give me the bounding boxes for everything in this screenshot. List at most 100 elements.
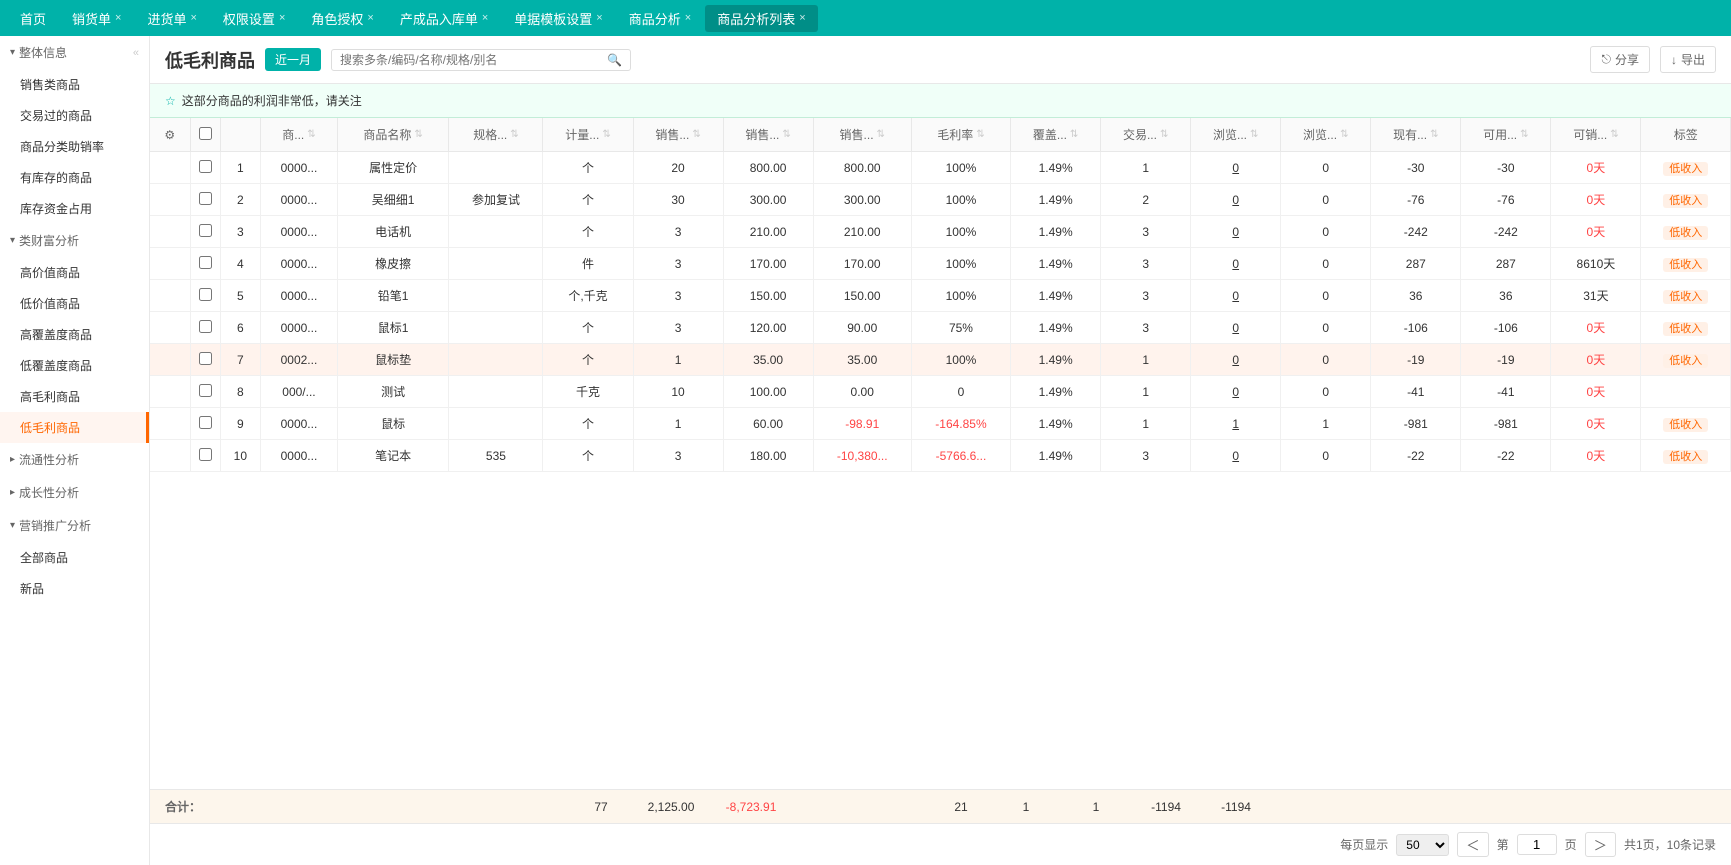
row-checkbox[interactable] xyxy=(199,192,212,205)
col-header-sales-amt[interactable]: 销售...⇅ xyxy=(723,118,813,152)
col-header-transactions[interactable]: 交易...⇅ xyxy=(1101,118,1191,152)
col-header-stock-now[interactable]: 现有...⇅ xyxy=(1371,118,1461,152)
checkbox-cell[interactable] xyxy=(190,312,220,344)
close-icon[interactable]: × xyxy=(685,12,691,24)
prev-page-button[interactable]: ＜ xyxy=(1457,832,1488,857)
col-header-name[interactable]: 商品名称⇅ xyxy=(337,118,449,152)
close-icon[interactable]: × xyxy=(482,12,488,24)
row-checkbox[interactable] xyxy=(199,352,212,365)
checkbox-cell[interactable] xyxy=(190,280,220,312)
col-header-unit[interactable]: 计量...⇅ xyxy=(543,118,633,152)
settings-column-header[interactable]: ⚙ xyxy=(150,118,190,152)
sidebar-item-high-margin[interactable]: 高毛利商品 xyxy=(0,381,149,412)
col-header-days[interactable]: 可销...⇅ xyxy=(1551,118,1641,152)
checkbox-column-header[interactable] xyxy=(190,118,220,152)
checkbox-cell[interactable] xyxy=(190,440,220,472)
col-header-stock-avail[interactable]: 可用...⇅ xyxy=(1461,118,1551,152)
sidebar-group-overall[interactable]: ▾ 整体信息 « xyxy=(0,36,149,69)
close-icon[interactable]: × xyxy=(799,12,805,24)
sidebar-item-new-goods[interactable]: 新品 xyxy=(0,573,149,604)
sidebar-item-sales-goods[interactable]: 销售类商品 xyxy=(0,69,149,100)
sidebar-item-all-goods[interactable]: 全部商品 xyxy=(0,542,149,573)
close-icon[interactable]: × xyxy=(115,12,121,24)
sidebar-group-marketing[interactable]: ▾ 营销推广分析 xyxy=(0,509,149,542)
search-icon[interactable]: 🔍 xyxy=(607,53,622,67)
per-page-select[interactable]: 50 100 200 xyxy=(1396,834,1449,856)
nav-product-analysis[interactable]: 商品分析 × xyxy=(617,5,703,32)
page-number-input[interactable] xyxy=(1517,834,1557,855)
sidebar-group-wealth[interactable]: ▾ 类财富分析 xyxy=(0,224,149,257)
browse1-cell[interactable]: 1 xyxy=(1191,408,1281,440)
sidebar-item-stocked-goods[interactable]: 有库存的商品 xyxy=(0,162,149,193)
sidebar-item-category-rate[interactable]: 商品分类助销率 xyxy=(0,131,149,162)
col-header-sales-qty[interactable]: 销售...⇅ xyxy=(633,118,723,152)
next-page-button[interactable]: ＞ xyxy=(1585,832,1616,857)
nav-product-analysis-list[interactable]: 商品分析列表 × xyxy=(705,5,817,32)
sales-qty-cell: 3 xyxy=(633,280,723,312)
browse1-cell[interactable]: 0 xyxy=(1191,184,1281,216)
browse1-cell[interactable]: 0 xyxy=(1191,216,1281,248)
sidebar-item-low-value[interactable]: 低价值商品 xyxy=(0,288,149,319)
checkbox-cell[interactable] xyxy=(190,344,220,376)
sidebar-group-growth[interactable]: ▸ 成长性分析 xyxy=(0,476,149,509)
browse1-cell[interactable]: 0 xyxy=(1191,248,1281,280)
sidebar-group-liquidity[interactable]: ▸ 流通性分析 xyxy=(0,443,149,476)
close-icon[interactable]: × xyxy=(596,12,602,24)
browse1-cell[interactable]: 0 xyxy=(1191,440,1281,472)
checkbox-cell[interactable] xyxy=(190,248,220,280)
checkbox-cell[interactable] xyxy=(190,376,220,408)
checkbox-cell[interactable] xyxy=(190,216,220,248)
col-header-spec[interactable]: 规格...⇅ xyxy=(449,118,543,152)
col-header-gross-rate[interactable]: 毛利率⇅ xyxy=(911,118,1010,152)
col-header-code[interactable]: 商...⇅ xyxy=(261,118,338,152)
browse1-cell[interactable]: 0 xyxy=(1191,152,1281,184)
stock-now-cell: -106 xyxy=(1371,312,1461,344)
sidebar-item-capital-usage[interactable]: 库存资金占用 xyxy=(0,193,149,224)
days-cell: 0天 xyxy=(1551,408,1641,440)
table-row: 9 0000... 鼠标 个 1 60.00 -98.91 -164.85% 1… xyxy=(150,408,1731,440)
col-header-sales-profit[interactable]: 销售...⇅ xyxy=(813,118,911,152)
nav-purchase-order[interactable]: 进货单 × xyxy=(135,5,208,32)
row-checkbox[interactable] xyxy=(199,384,212,397)
close-icon[interactable]: × xyxy=(190,12,196,24)
spec-cell xyxy=(449,344,543,376)
col-header-browse2[interactable]: 浏览...⇅ xyxy=(1281,118,1371,152)
nav-home[interactable]: 首页 xyxy=(8,5,58,32)
browse1-cell[interactable]: 0 xyxy=(1191,280,1281,312)
sidebar-item-traded-goods[interactable]: 交易过的商品 xyxy=(0,100,149,131)
nav-template-settings[interactable]: 单据模板设置 × xyxy=(502,5,614,32)
sidebar-item-low-coverage[interactable]: 低覆盖度商品 xyxy=(0,350,149,381)
nav-product-inbound[interactable]: 产成品入库单 × xyxy=(388,5,500,32)
browse1-cell[interactable]: 0 xyxy=(1191,376,1281,408)
select-all-checkbox[interactable] xyxy=(199,127,212,140)
checkbox-cell[interactable] xyxy=(190,184,220,216)
export-button[interactable]: ↓ 导出 xyxy=(1660,46,1716,73)
browse1-cell[interactable]: 0 xyxy=(1191,312,1281,344)
sidebar-item-high-coverage[interactable]: 高覆盖度商品 xyxy=(0,319,149,350)
row-checkbox[interactable] xyxy=(199,416,212,429)
row-checkbox[interactable] xyxy=(199,448,212,461)
sidebar-item-low-margin[interactable]: 低毛利商品 xyxy=(0,412,149,443)
row-checkbox[interactable] xyxy=(199,256,212,269)
share-button[interactable]: ⎋ 分享 xyxy=(1590,46,1650,73)
nav-permission-settings[interactable]: 权限设置 × xyxy=(211,5,297,32)
coverage-cell: 1.49% xyxy=(1011,280,1101,312)
row-checkbox[interactable] xyxy=(199,224,212,237)
sales-amt-cell: 300.00 xyxy=(723,184,813,216)
col-header-browse1[interactable]: 浏览...⇅ xyxy=(1191,118,1281,152)
nav-sales-order[interactable]: 销货单 × xyxy=(60,5,133,32)
row-checkbox[interactable] xyxy=(199,160,212,173)
sidebar-item-high-value[interactable]: 高价值商品 xyxy=(0,257,149,288)
row-checkbox[interactable] xyxy=(199,320,212,333)
collapse-icon[interactable]: « xyxy=(133,47,139,59)
search-input[interactable] xyxy=(340,53,602,67)
nav-role-auth[interactable]: 角色授权 × xyxy=(299,5,385,32)
col-header-coverage[interactable]: 覆盖...⇅ xyxy=(1011,118,1101,152)
row-checkbox[interactable] xyxy=(199,288,212,301)
checkbox-cell[interactable] xyxy=(190,152,220,184)
browse1-cell[interactable]: 0 xyxy=(1191,344,1281,376)
filter-recent-month-button[interactable]: 近一月 xyxy=(265,48,321,71)
close-icon[interactable]: × xyxy=(279,12,285,24)
close-icon[interactable]: × xyxy=(367,12,373,24)
checkbox-cell[interactable] xyxy=(190,408,220,440)
